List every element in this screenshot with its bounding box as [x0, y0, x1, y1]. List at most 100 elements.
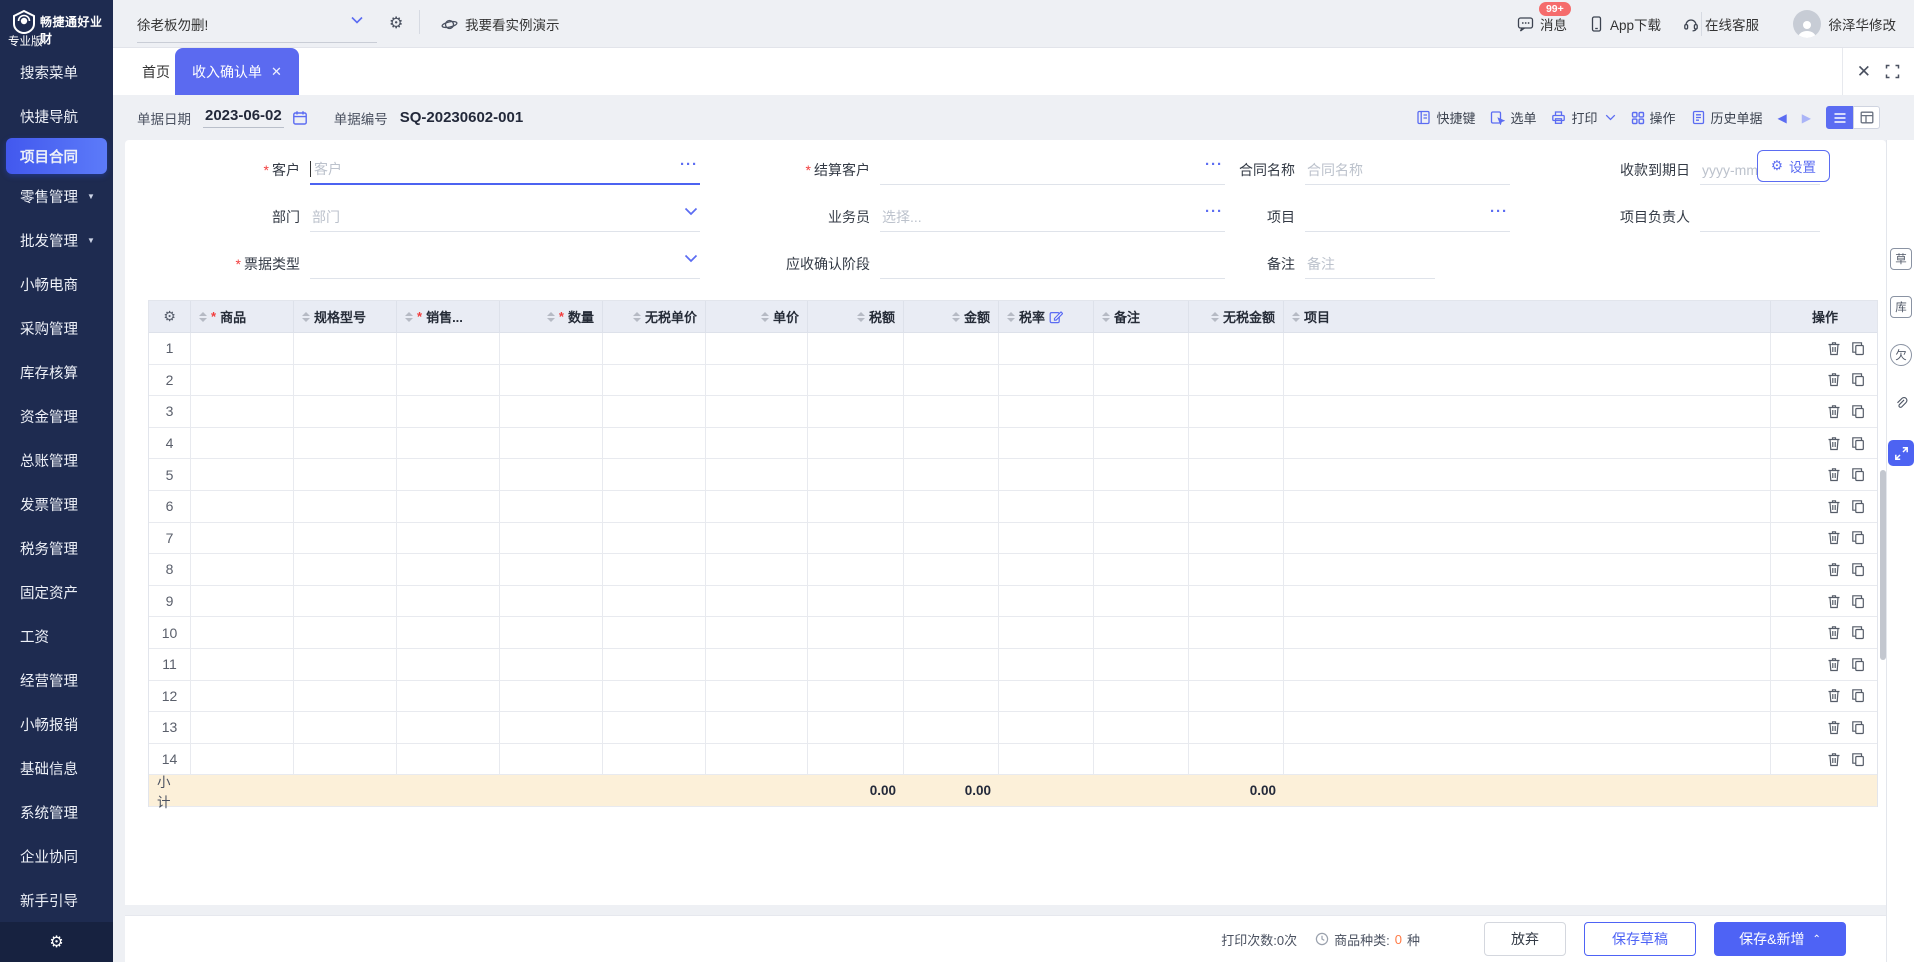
cell[interactable] [397, 333, 500, 364]
sidebar-item-16[interactable]: 小畅报销 [0, 702, 113, 746]
column-header-商品[interactable]: * 商品 [191, 301, 294, 332]
cell[interactable] [294, 459, 397, 490]
cell[interactable] [706, 459, 808, 490]
cell[interactable] [808, 459, 904, 490]
cell[interactable] [999, 396, 1094, 427]
cell[interactable] [1094, 333, 1189, 364]
cell[interactable] [500, 490, 603, 522]
cell[interactable] [999, 648, 1094, 680]
trash-icon[interactable] [1827, 688, 1841, 703]
cell[interactable] [904, 680, 999, 712]
sort-icon[interactable] [199, 311, 207, 322]
column-header-税额[interactable]: 税额 [808, 301, 904, 332]
cell[interactable] [904, 459, 999, 490]
column-header-操作[interactable]: 操作 [1771, 301, 1879, 332]
cell[interactable] [191, 364, 294, 396]
cell[interactable] [1094, 712, 1189, 743]
copy-icon[interactable] [1851, 752, 1865, 767]
cell[interactable] [294, 554, 397, 585]
trash-icon[interactable] [1827, 657, 1841, 672]
cell[interactable] [808, 396, 904, 427]
cell[interactable] [1094, 396, 1189, 427]
trash-icon[interactable] [1827, 720, 1841, 735]
gear-icon[interactable]: ⚙ [163, 308, 176, 325]
copy-icon[interactable] [1851, 499, 1865, 514]
prev-doc-icon[interactable]: ◀ [1778, 111, 1787, 125]
sidebar-item-1[interactable]: 搜索菜单 [0, 50, 113, 94]
cell[interactable] [706, 712, 808, 743]
cell[interactable] [999, 617, 1094, 648]
column-header-无税单价[interactable]: 无税单价 [603, 301, 706, 332]
cell[interactable] [808, 617, 904, 648]
cell[interactable] [397, 490, 500, 522]
cell[interactable] [999, 459, 1094, 490]
column-header-规格型号[interactable]: 规格型号 [294, 301, 397, 332]
cell[interactable] [1284, 585, 1771, 617]
cell[interactable] [397, 617, 500, 648]
sort-icon[interactable] [951, 311, 960, 322]
copy-icon[interactable] [1851, 404, 1865, 419]
cell[interactable] [603, 427, 706, 459]
cell[interactable] [1094, 522, 1189, 554]
cell[interactable] [397, 585, 500, 617]
cell[interactable] [191, 585, 294, 617]
cell[interactable] [999, 743, 1094, 775]
cell[interactable] [191, 648, 294, 680]
cell[interactable] [1284, 554, 1771, 585]
doc-date-value[interactable]: 2023-06-02 [203, 107, 284, 128]
column-header-项目[interactable]: 项目 [1284, 301, 1771, 332]
ellipsis-picker-icon[interactable]: ··· [1490, 204, 1508, 219]
sidebar-gear-icon[interactable]: ⚙ [0, 922, 113, 962]
column-header-无税金额[interactable]: 无税金额 [1189, 301, 1284, 332]
cell[interactable] [191, 490, 294, 522]
cell[interactable] [808, 712, 904, 743]
sidebar-item-6[interactable]: 小畅电商 [0, 262, 113, 306]
cell[interactable] [1284, 333, 1771, 364]
sidebar-item-19[interactable]: 企业协同 [0, 834, 113, 878]
cell[interactable] [999, 712, 1094, 743]
column-header-备注[interactable]: 备注 [1094, 301, 1189, 332]
cell[interactable] [706, 743, 808, 775]
cell[interactable] [294, 396, 397, 427]
copy-icon[interactable] [1851, 720, 1865, 735]
cell[interactable] [999, 680, 1094, 712]
cell[interactable] [397, 680, 500, 712]
field-input[interactable] [1700, 202, 1820, 232]
cell[interactable] [904, 522, 999, 554]
sort-icon[interactable] [1292, 311, 1300, 322]
cell[interactable] [706, 617, 808, 648]
column-header-数量[interactable]: * 数量 [500, 301, 603, 332]
field-input[interactable]: 备注 [1305, 249, 1435, 279]
trash-icon[interactable] [1827, 594, 1841, 609]
cell[interactable] [1189, 490, 1284, 522]
cell[interactable] [1094, 490, 1189, 522]
cell[interactable] [999, 585, 1094, 617]
trash-icon[interactable] [1827, 625, 1841, 640]
cell[interactable] [808, 585, 904, 617]
save-draft-button[interactable]: 保存草稿 [1584, 922, 1696, 956]
cell[interactable] [603, 743, 706, 775]
cell[interactable] [500, 554, 603, 585]
cell[interactable] [904, 585, 999, 617]
cell[interactable] [500, 459, 603, 490]
ellipsis-picker-icon[interactable]: ··· [680, 157, 698, 172]
cell[interactable] [397, 648, 500, 680]
sidebar-item-7[interactable]: 采购管理 [0, 306, 113, 350]
cell[interactable] [808, 743, 904, 775]
copy-icon[interactable] [1851, 341, 1865, 356]
cell[interactable] [1094, 459, 1189, 490]
arrears-icon[interactable]: 欠 [1890, 344, 1912, 366]
cell[interactable] [603, 585, 706, 617]
cell[interactable] [1094, 427, 1189, 459]
cell[interactable] [500, 680, 603, 712]
account-gear-icon[interactable]: ⚙ [389, 13, 403, 33]
trash-icon[interactable] [1827, 530, 1841, 545]
cell[interactable] [1189, 712, 1284, 743]
cell[interactable] [1284, 522, 1771, 554]
cell[interactable] [1284, 743, 1771, 775]
cell[interactable] [808, 648, 904, 680]
sort-icon[interactable] [1102, 311, 1110, 322]
cell[interactable] [706, 490, 808, 522]
cell[interactable] [191, 522, 294, 554]
close-all-icon[interactable]: ✕ [1857, 62, 1871, 82]
